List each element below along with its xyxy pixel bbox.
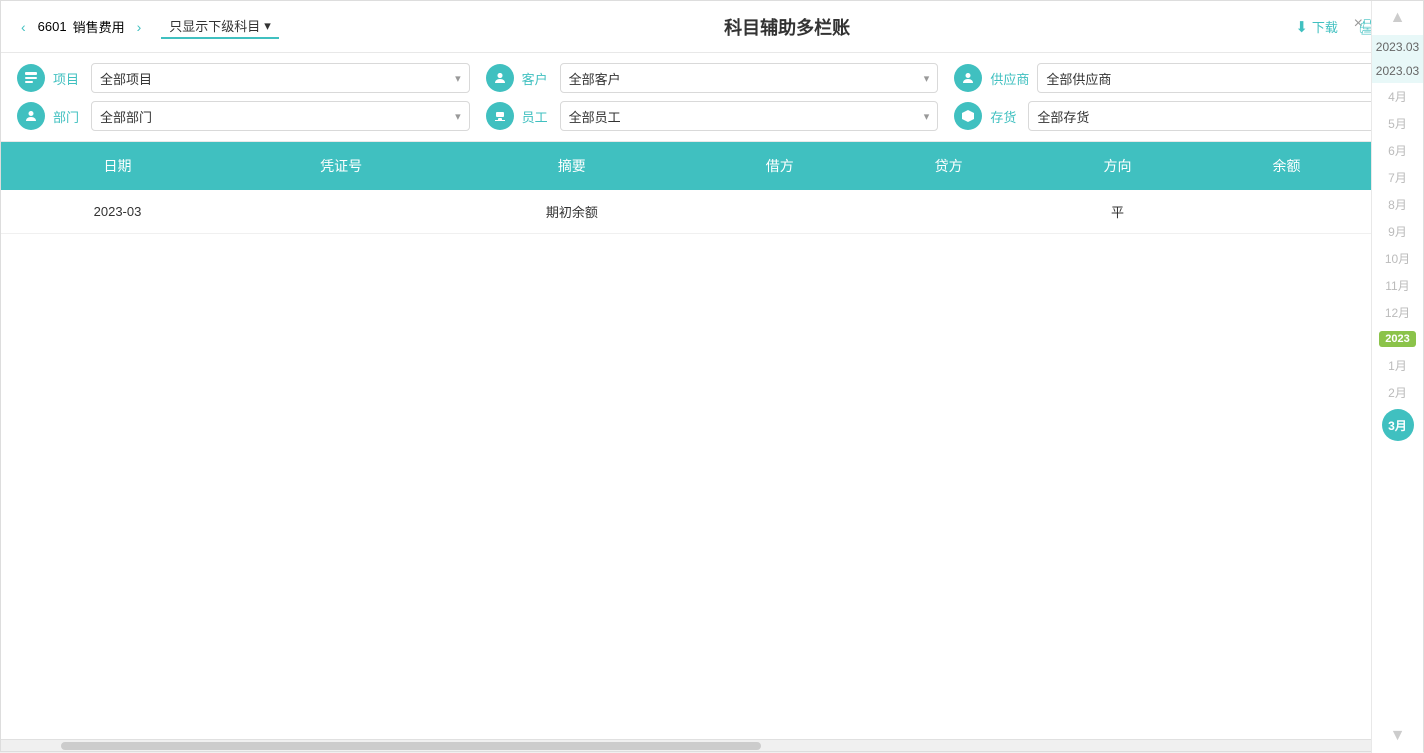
download-button[interactable]: ⬇ 下载 [1295,17,1338,36]
data-table: 日期 凭证号 摘要 借方 贷方 方向 余额 2023-03 期初余额 平 [1,142,1371,234]
timeline-down-arrow[interactable]: ▼ [1372,719,1423,753]
nav-prev-button[interactable]: ‹ [17,17,30,37]
table-header-row: 日期 凭证号 摘要 借方 贷方 方向 余额 [1,142,1371,190]
main-window: × ‹ 6601 销售费用 › 只显示下级科目 ▾ 科目辅助多栏账 ⬇ 下载 🖨… [0,0,1424,752]
employee-label: 员工 [522,107,552,126]
inventory-icon [954,102,982,130]
customer-value: 全部客户 [569,69,621,88]
show-sub-arrow-icon: ▾ [264,18,271,34]
filter-inventory: 存货 全部存货 ▾ [954,101,1407,131]
table-row: 2023-03 期初余额 平 [1,190,1371,234]
filter-bar: 项目 全部项目 ▾ 客户 全部客户 ▾ [1,53,1423,142]
filter-supplier: 供应商 全部供应商 ▾ [954,63,1407,93]
timeline-month-item[interactable]: 8月 [1372,191,1423,218]
inventory-label: 存货 [990,107,1020,126]
customer-select[interactable]: 全部客户 ▾ [560,63,939,93]
col-credit: 贷方 [864,142,1033,190]
cell-direction: 平 [1033,190,1202,234]
timeline-month-item[interactable]: 4月 [1372,83,1423,110]
employee-icon [486,102,514,130]
header-bar: ‹ 6601 销售费用 › 只显示下级科目 ▾ 科目辅助多栏账 ⬇ 下载 🖨 打… [1,1,1423,53]
filter-department: 部门 全部部门 ▾ [17,101,470,131]
timeline-selected-top[interactable]: 2023.03 [1372,35,1423,59]
cell-date: 2023-03 [1,190,234,234]
col-summary: 摘要 [448,142,695,190]
timeline-month-item[interactable]: 10月 [1372,245,1423,272]
col-voucher: 凭证号 [234,142,448,190]
account-code: 6601 销售费用 [38,17,125,36]
project-label: 项目 [53,69,83,88]
horizontal-scrollbar[interactable] [1,739,1371,751]
timeline-panel: ▲ 2023.03 2023.03 4月5月6月7月8月9月10月11月12月2… [1371,1,1423,753]
project-select[interactable]: 全部项目 ▾ [91,63,470,93]
filter-project: 项目 全部项目 ▾ [17,63,470,93]
download-label: 下载 [1312,17,1338,36]
cell-credit [864,190,1033,234]
timeline-month-item[interactable]: 9月 [1372,218,1423,245]
supplier-select[interactable]: 全部供应商 ▾ [1037,63,1407,93]
filter-customer: 客户 全部客户 ▾ [486,63,939,93]
employee-select[interactable]: 全部员工 ▾ [560,101,939,131]
show-sub-label: 只显示下级科目 [169,16,260,35]
col-date: 日期 [1,142,234,190]
table-container: 日期 凭证号 摘要 借方 贷方 方向 余额 2023-03 期初余额 平 [1,142,1371,739]
department-icon [17,102,45,130]
customer-label: 客户 [522,69,552,88]
department-value: 全部部门 [100,107,152,126]
inventory-value: 全部存货 [1037,107,1089,126]
timeline-month-item[interactable]: 7月 [1372,164,1423,191]
inventory-select[interactable]: 全部存货 ▾ [1028,101,1407,131]
nav-next-button[interactable]: › [133,17,146,37]
department-dropdown-arrow: ▾ [455,110,461,123]
project-value: 全部项目 [100,69,152,88]
department-select[interactable]: 全部部门 ▾ [91,101,470,131]
account-name-text: 销售费用 [73,17,125,36]
customer-dropdown-arrow: ▾ [924,72,930,85]
timeline-up-arrow[interactable]: ▲ [1372,1,1423,35]
supplier-label: 供应商 [990,69,1029,88]
cell-summary: 期初余额 [448,190,695,234]
department-label: 部门 [53,107,83,126]
timeline-month-item[interactable]: 6月 [1372,137,1423,164]
employee-dropdown-arrow: ▾ [924,110,930,123]
show-sub-dropdown[interactable]: 只显示下级科目 ▾ [161,14,279,39]
account-code-text: 6601 [38,19,67,34]
download-icon: ⬇ [1295,18,1308,36]
timeline-selected-bottom[interactable]: 2023.03 [1372,59,1423,83]
employee-value: 全部员工 [569,107,621,126]
supplier-value: 全部供应商 [1046,69,1111,88]
project-dropdown-arrow: ▾ [455,72,461,85]
cell-debit [695,190,864,234]
supplier-icon [954,64,982,92]
timeline-month-item[interactable]: 5月 [1372,110,1423,137]
timeline-month-item[interactable]: 1月 [1372,352,1423,379]
col-direction: 方向 [1033,142,1202,190]
timeline-month-item[interactable]: 3月 [1382,409,1414,441]
timeline-month-item[interactable]: 2023 [1372,326,1423,352]
timeline-month-item[interactable]: 11月 [1372,272,1423,299]
col-debit: 借方 [695,142,864,190]
customer-icon [486,64,514,92]
timeline-month-item[interactable]: 2月 [1372,379,1423,406]
project-icon [17,64,45,92]
cell-balance [1202,190,1371,234]
cell-voucher [234,190,448,234]
timeline-months: 4月5月6月7月8月9月10月11月12月20231月2月 3月 [1372,83,1423,719]
page-title: 科目辅助多栏账 [279,14,1296,40]
scrollbar-thumb[interactable] [61,742,761,750]
filter-employee: 员工 全部员工 ▾ [486,101,939,131]
col-balance: 余额 [1202,142,1371,190]
timeline-month-item[interactable]: 12月 [1372,299,1423,326]
